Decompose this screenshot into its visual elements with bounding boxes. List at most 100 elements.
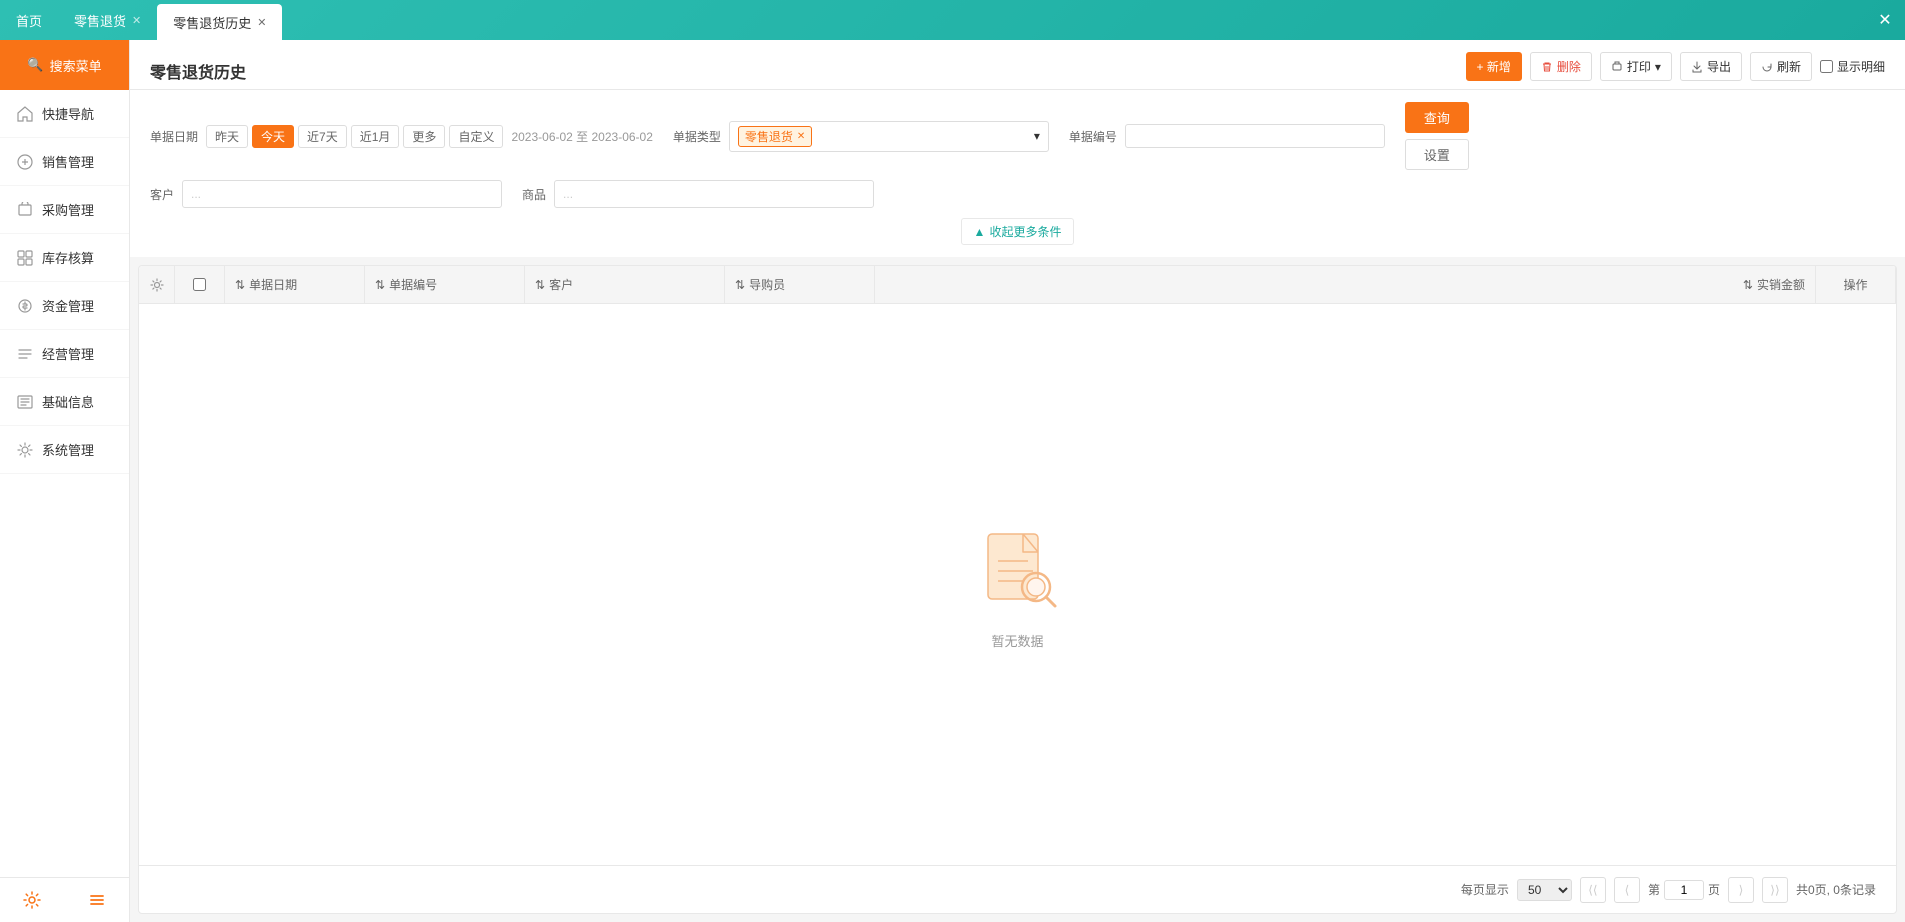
page-title: 零售退货历史 [150, 59, 246, 83]
collapse-icon: ▲ [974, 225, 986, 239]
th-guide[interactable]: ⇅ 导购员 [725, 266, 875, 303]
bill-number-input[interactable] [1125, 124, 1385, 148]
goods-filter-group: 商品 ... [522, 180, 874, 208]
sidebar-item-quicknav[interactable]: 快捷导航 [0, 90, 129, 138]
new-button[interactable]: + 新增 [1466, 52, 1522, 81]
date-btn-more[interactable]: 更多 [403, 125, 445, 148]
date-btn-yesterday[interactable]: 昨天 [206, 125, 248, 148]
bill-date-label: 单据日期 [150, 128, 198, 145]
delete-button[interactable]: 删除 [1530, 52, 1592, 81]
sidebar-nav: 快捷导航 销售管理 采购管理 库存核算 [0, 90, 129, 877]
query-button[interactable]: 查询 [1405, 102, 1469, 133]
finance-icon [16, 297, 34, 315]
date-btn-7days[interactable]: 近7天 [298, 125, 347, 148]
filter-row-1: 单据日期 昨天 今天 近7天 近1月 更多 自定义 2023-06-02 至 2… [150, 102, 1885, 170]
th-settings[interactable] [139, 266, 175, 303]
sidebar-search-label: 搜索菜单 [50, 56, 102, 75]
page-number-input[interactable] [1664, 880, 1704, 900]
next-page-button[interactable]: ⟩ [1728, 877, 1754, 903]
sidebar-item-inventory[interactable]: 库存核算 [0, 234, 129, 282]
page-info: 第 页 [1648, 880, 1720, 900]
customer-label: 客户 [150, 186, 174, 203]
collapse-row: ▲ 收起更多条件 [150, 218, 1885, 245]
export-button[interactable]: 导出 [1680, 52, 1742, 81]
system-icon [16, 441, 34, 459]
collapse-button[interactable]: ▲ 收起更多条件 [961, 218, 1075, 245]
show-detail-checkbox[interactable]: 显示明细 [1820, 58, 1885, 75]
bill-type-select[interactable]: 零售退货 ✕ ▾ [729, 121, 1049, 152]
th-action: 操作 [1816, 266, 1896, 303]
prev-page-button[interactable]: ⟨ [1614, 877, 1640, 903]
tab-retail-return[interactable]: 零售退货 ✕ [58, 0, 157, 40]
sidebar-menu-button[interactable] [81, 884, 113, 916]
per-page-label: 每页显示 [1461, 881, 1509, 898]
purchase-icon [16, 201, 34, 219]
sidebar-item-purchase[interactable]: 采购管理 [0, 186, 129, 234]
dropdown-icon: ▾ [1034, 129, 1040, 143]
bill-number-filter-group: 单据编号 [1069, 124, 1385, 148]
pagination: 每页显示 50 20 100 ⟨⟨ ⟨ 第 页 ⟩ ⟩⟩ 共0页, 0条记录 [139, 865, 1896, 913]
goods-placeholder: ... [563, 187, 573, 201]
query-settings-group: 查询 设置 [1405, 102, 1469, 170]
tab-home[interactable]: 首页 [0, 0, 58, 40]
sidebar-item-finance[interactable]: 资金管理 [0, 282, 129, 330]
sidebar-item-system[interactable]: 系统管理 [0, 426, 129, 474]
bill-type-chip: 零售退货 ✕ [738, 126, 812, 147]
goods-select[interactable]: ... [554, 180, 874, 208]
th-customer[interactable]: ⇅ 客户 [525, 266, 725, 303]
sidebar-item-info[interactable]: 基础信息 [0, 378, 129, 426]
main-layout: 🔍 搜索菜单 快捷导航 销售管理 采购管理 [0, 40, 1905, 922]
per-page-select[interactable]: 50 20 100 [1517, 879, 1572, 901]
empty-text: 暂无数据 [991, 631, 1043, 650]
goods-label: 商品 [522, 186, 546, 203]
date-btn-1month[interactable]: 近1月 [351, 125, 400, 148]
show-detail-check[interactable] [1820, 60, 1833, 73]
main-content: 零售退货历史 + 新增 删除 打印 ▾ 导出 刷新 [130, 40, 1905, 922]
home-icon [16, 105, 34, 123]
date-range-display: 2023-06-02 至 2023-06-02 [511, 128, 652, 145]
sidebar: 🔍 搜索菜单 快捷导航 销售管理 采购管理 [0, 40, 130, 922]
customer-filter-group: 客户 ... [150, 180, 502, 208]
customer-select[interactable]: ... [182, 180, 502, 208]
sidebar-item-management[interactable]: 经营管理 [0, 330, 129, 378]
tab-retail-return-close[interactable]: ✕ [132, 14, 141, 27]
inventory-icon [16, 249, 34, 267]
print-button[interactable]: 打印 ▾ [1600, 52, 1672, 81]
search-icon: 🔍 [27, 57, 43, 73]
th-amount[interactable]: ⇅ 实销金额 [875, 266, 1816, 303]
page-actions: + 新增 删除 打印 ▾ 导出 刷新 [1466, 52, 1885, 89]
info-icon [16, 393, 34, 411]
page-header: 零售退货历史 + 新增 删除 打印 ▾ 导出 刷新 [130, 40, 1905, 90]
th-bill-no[interactable]: ⇅ 单据编号 [365, 266, 525, 303]
date-btn-today[interactable]: 今天 [252, 125, 294, 148]
total-info: 共0页, 0条记录 [1796, 881, 1876, 898]
date-filter-group: 单据日期 昨天 今天 近7天 近1月 更多 自定义 2023-06-02 至 2… [150, 125, 653, 148]
settings-button[interactable]: 设置 [1405, 139, 1469, 170]
th-checkbox[interactable] [175, 266, 225, 303]
refresh-button[interactable]: 刷新 [1750, 52, 1812, 81]
sidebar-bottom [0, 877, 129, 922]
top-bar: 首页 零售退货 ✕ 零售退货历史 ✕ ✕ [0, 0, 1905, 40]
sidebar-search[interactable]: 🔍 搜索菜单 [0, 40, 129, 90]
sidebar-gear-button[interactable] [16, 884, 48, 916]
window-close-button[interactable]: ✕ [1865, 0, 1905, 40]
th-date[interactable]: ⇅ 单据日期 [225, 266, 365, 303]
tab-retail-return-history[interactable]: 零售退货历史 ✕ [157, 4, 282, 40]
bill-type-remove[interactable]: ✕ [797, 131, 805, 142]
tab-list: 首页 零售退货 ✕ 零售退货历史 ✕ [0, 0, 1865, 40]
last-page-button[interactable]: ⟩⟩ [1762, 877, 1788, 903]
first-page-button[interactable]: ⟨⟨ [1580, 877, 1606, 903]
bill-type-filter-group: 单据类型 零售退货 ✕ ▾ [673, 121, 1049, 152]
sidebar-item-sales[interactable]: 销售管理 [0, 138, 129, 186]
date-shortcuts: 昨天 今天 近7天 近1月 更多 自定义 [206, 125, 503, 148]
management-icon [16, 345, 34, 363]
select-all-checkbox[interactable] [193, 278, 206, 291]
date-btn-custom[interactable]: 自定义 [449, 125, 503, 148]
bill-number-label: 单据编号 [1069, 128, 1117, 145]
bill-type-label: 单据类型 [673, 128, 721, 145]
tab-retail-return-history-close[interactable]: ✕ [257, 16, 266, 29]
filter-row-2: 客户 ... 商品 ... [150, 180, 1885, 208]
sales-icon [16, 153, 34, 171]
filter-section: 单据日期 昨天 今天 近7天 近1月 更多 自定义 2023-06-02 至 2… [130, 90, 1905, 257]
data-table: ⇅ 单据日期 ⇅ 单据编号 ⇅ 客户 ⇅ 导购员 ⇅ 实销金额 [138, 265, 1897, 914]
